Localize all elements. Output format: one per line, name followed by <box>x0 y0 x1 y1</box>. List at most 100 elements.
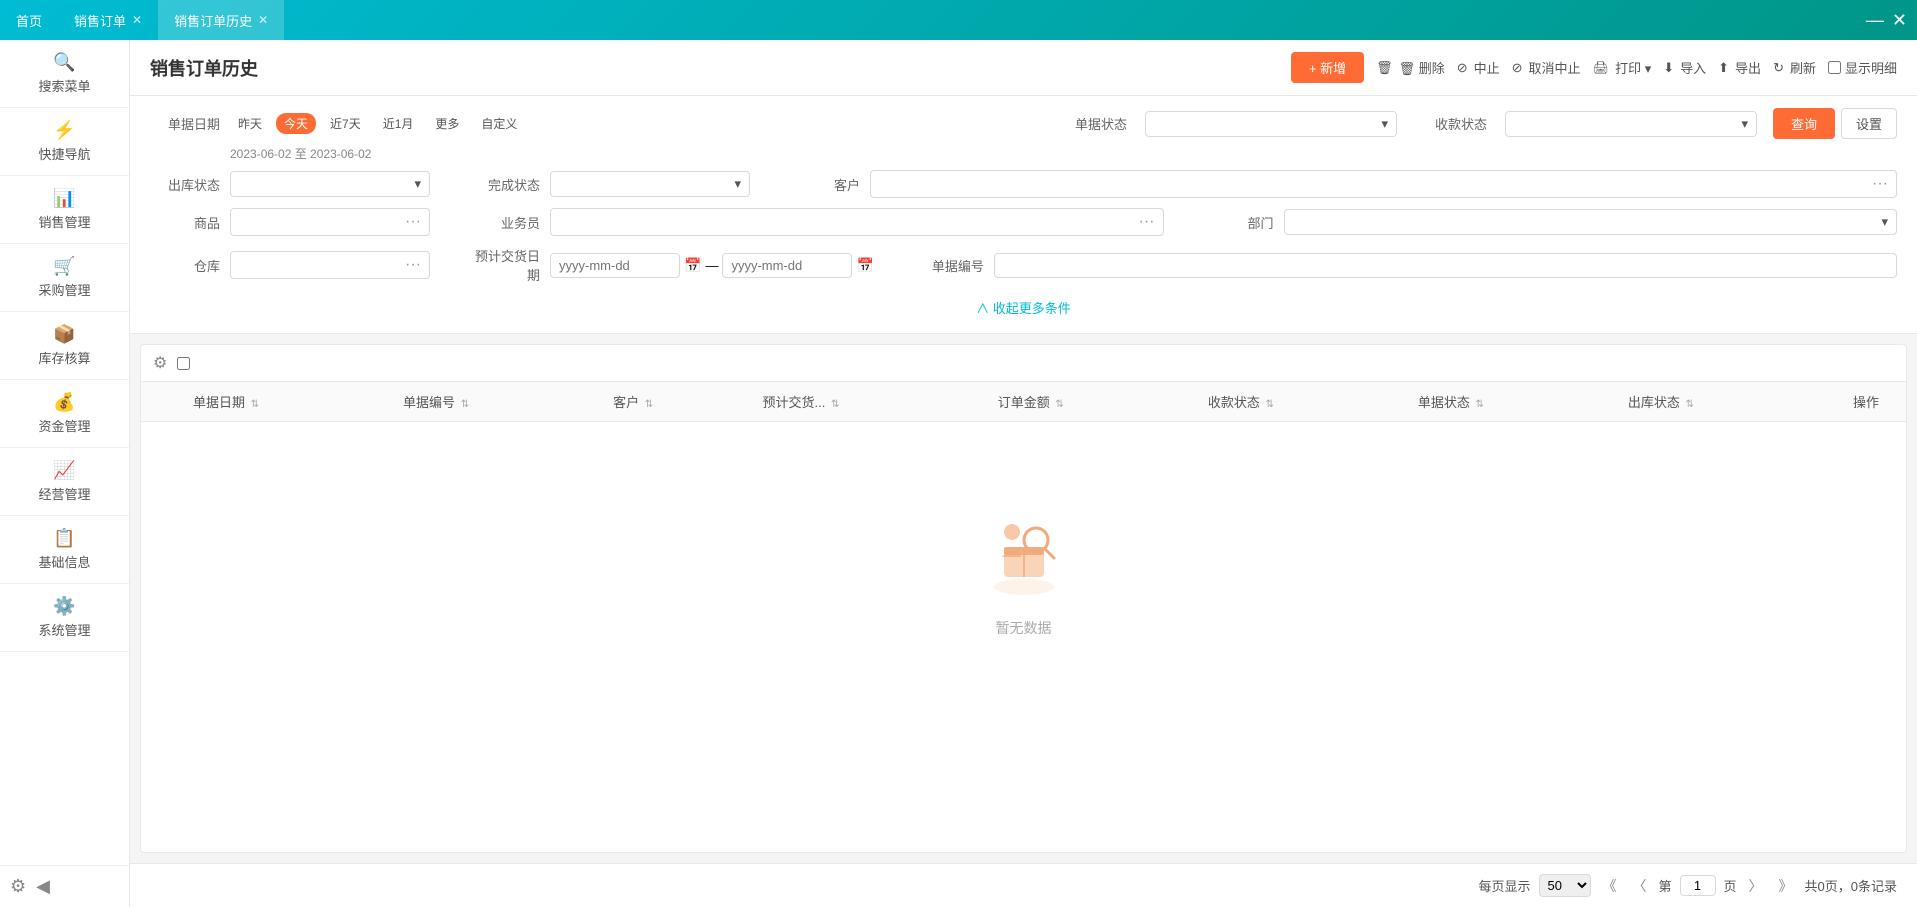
completion-status-select[interactable]: ▾ <box>550 171 750 197</box>
date-tab-today[interactable]: 今天 <box>276 113 316 134</box>
filter-collapse-button[interactable]: ∧ 收起更多条件 <box>150 294 1897 321</box>
th-amount[interactable]: 订单金额 ⇅ <box>986 382 1196 422</box>
sidebar-item-system-mgmt[interactable]: ⚙️ 系统管理 <box>0 584 129 652</box>
filter-row-2: 出库状态 ▾ 完成状态 ▾ 客户 ··· <box>150 170 1897 198</box>
settings-button[interactable]: 设置 <box>1841 108 1897 139</box>
select-all-checkbox[interactable] <box>177 357 190 370</box>
sidebar-item-search-menu[interactable]: 🔍 搜索菜单 <box>0 40 129 108</box>
th-date[interactable]: 单据日期 ⇅ <box>181 382 391 422</box>
page-of-label: 页 <box>1724 876 1737 895</box>
th-payment-status[interactable]: 收款状态 ⇅ <box>1196 382 1406 422</box>
th-customer[interactable]: 客户 ⇅ <box>601 382 750 422</box>
per-page-label: 每页显示 <box>1478 876 1530 895</box>
basic-info-icon: 📋 <box>53 528 75 549</box>
order-status-select[interactable]: ▾ <box>1145 111 1397 137</box>
top-bar: 首页 销售订单 ✕ 销售订单历史 ✕ — ✕ <box>0 0 1917 40</box>
last-page-button[interactable]: 》 <box>1775 876 1797 896</box>
table-area: ⚙ 单据日期 ⇅ 单据编号 ⇅ <box>140 344 1907 853</box>
tab-sales-order[interactable]: 销售订单 ✕ <box>58 0 158 40</box>
salesperson-input[interactable]: ··· <box>550 208 1164 236</box>
print-button[interactable]: 🖨 打印 ▾ <box>1593 58 1652 77</box>
query-button[interactable]: 查询 <box>1773 108 1835 139</box>
salesperson-dots-icon[interactable]: ··· <box>1139 213 1155 231</box>
export-icon: ⬆ <box>1718 60 1729 76</box>
tab-sales-order-history[interactable]: 销售订单历史 ✕ <box>158 0 284 40</box>
delivery-date-end-input[interactable] <box>722 253 852 278</box>
date-tab-custom[interactable]: 自定义 <box>473 113 525 134</box>
display-cols-checkbox[interactable] <box>1828 61 1841 74</box>
product-input[interactable]: ··· <box>230 208 430 236</box>
page-label: 第 <box>1659 876 1672 895</box>
sidebar-item-basic-info[interactable]: 📋 基础信息 <box>0 516 129 584</box>
completion-status-label: 完成状态 <box>470 175 550 194</box>
per-page-select[interactable]: 50 10 20 100 <box>1539 874 1591 897</box>
th-delivery[interactable]: 预计交货... ⇅ <box>750 382 985 422</box>
payment-status-select[interactable]: ▾ <box>1505 111 1757 137</box>
sidebar-item-operations[interactable]: 📈 经营管理 <box>0 448 129 516</box>
date-label: 单据日期 <box>150 114 230 133</box>
th-number[interactable]: 单据编号 ⇅ <box>391 382 601 422</box>
sidebar-item-inventory[interactable]: 📦 库存核算 <box>0 312 129 380</box>
window-close-icon[interactable]: ✕ <box>1892 10 1907 31</box>
import-button[interactable]: ⬇ 导入 <box>1663 58 1706 77</box>
department-select[interactable]: ▾ <box>1284 209 1898 235</box>
date-tab-yesterday[interactable]: 昨天 <box>230 113 270 134</box>
order-status-chevron: ▾ <box>1381 116 1388 132</box>
tab-home[interactable]: 首页 <box>0 0 58 40</box>
th-actions: 操作 <box>1826 382 1906 422</box>
sidebar-item-purchase-mgmt[interactable]: 🛒 采购管理 <box>0 244 129 312</box>
sort-amount-icon: ⇅ <box>1055 399 1063 410</box>
delivery-status-select[interactable]: ▾ <box>230 171 430 197</box>
first-page-button[interactable]: 《 <box>1599 876 1621 896</box>
cal-start-icon[interactable]: 📅 <box>684 257 701 274</box>
delivery-date-start-input[interactable] <box>550 253 680 278</box>
order-number-input[interactable] <box>994 253 1897 278</box>
delivery-date-group: 📅 — 📅 <box>550 253 874 278</box>
customer-input[interactable]: ··· <box>870 170 1897 198</box>
sidebar-item-sales-mgmt[interactable]: 📊 销售管理 <box>0 176 129 244</box>
stop-button[interactable]: ⊘ 中止 <box>1457 58 1500 77</box>
cancel-stop-button[interactable]: ⊘ 取消中止 <box>1512 58 1581 77</box>
date-tab-last1m[interactable]: 近1月 <box>375 113 422 134</box>
th-delivery-status[interactable]: 出库状态 ⇅ <box>1616 382 1826 422</box>
table-settings-icon[interactable]: ⚙ <box>153 353 167 373</box>
sidebar-item-quick-nav[interactable]: ⚡ 快捷导航 <box>0 108 129 176</box>
delete-button[interactable]: 🗑 🗑 删除 <box>1376 58 1445 77</box>
sidebar-collapse-icon[interactable]: ◀ <box>36 876 50 897</box>
refresh-button[interactable]: ↻ 刷新 <box>1773 58 1816 77</box>
display-cols-toggle[interactable]: 显示明细 <box>1828 58 1897 77</box>
empty-row: 暂无数据 <box>141 422 1906 719</box>
sort-customer-icon: ⇅ <box>645 399 653 410</box>
tab-close-history[interactable]: ✕ <box>258 13 268 27</box>
date-range-display: 2023-06-02 至 2023-06-02 <box>150 145 1897 162</box>
filter-row-1: 单据日期 昨天 今天 近7天 近1月 更多 自定义 单据状态 <box>150 108 1897 139</box>
sort-date-icon: ⇅ <box>251 399 259 410</box>
sort-delivery-icon: ⇅ <box>831 399 839 410</box>
new-button[interactable]: + 新增 <box>1291 52 1364 83</box>
content-area: 销售订单历史 + 新增 🗑 🗑 删除 ⊘ 中止 ⊘ 取消中止 🖨 打印 ▾ <box>130 40 1917 907</box>
cal-end-icon[interactable]: 📅 <box>856 257 873 274</box>
print-icon: 🖨 <box>1593 60 1610 76</box>
th-order-status[interactable]: 单据状态 ⇅ <box>1406 382 1616 422</box>
export-button[interactable]: ⬆ 导出 <box>1718 58 1761 77</box>
prev-page-button[interactable]: 〈 <box>1629 876 1651 896</box>
product-dots-icon[interactable]: ··· <box>405 213 421 231</box>
date-tab-last7[interactable]: 近7天 <box>322 113 369 134</box>
sidebar-item-finance[interactable]: 💰 资金管理 <box>0 380 129 448</box>
sidebar-settings-icon[interactable]: ⚙ <box>10 876 26 897</box>
import-icon: ⬇ <box>1663 60 1674 76</box>
customer-dots-icon[interactable]: ··· <box>1872 175 1888 193</box>
quick-nav-icon: ⚡ <box>53 120 75 141</box>
finance-icon: 💰 <box>53 392 75 413</box>
sidebar-bottom: ⚙ ◀ <box>0 865 129 907</box>
empty-text: 暂无数据 <box>996 618 1052 638</box>
date-tab-more[interactable]: 更多 <box>427 113 467 134</box>
page-number-input[interactable] <box>1680 875 1716 896</box>
next-page-button[interactable]: 〉 <box>1745 876 1767 896</box>
sort-delivery-status-icon: ⇅ <box>1686 399 1694 410</box>
warehouse-input[interactable]: ··· <box>230 251 430 279</box>
tab-close-sales-order[interactable]: ✕ <box>132 13 142 27</box>
filter-area: 单据日期 昨天 今天 近7天 近1月 更多 自定义 单据状态 <box>130 96 1917 334</box>
warehouse-dots-icon[interactable]: ··· <box>405 256 421 274</box>
window-minimize-icon[interactable]: — <box>1866 10 1884 31</box>
